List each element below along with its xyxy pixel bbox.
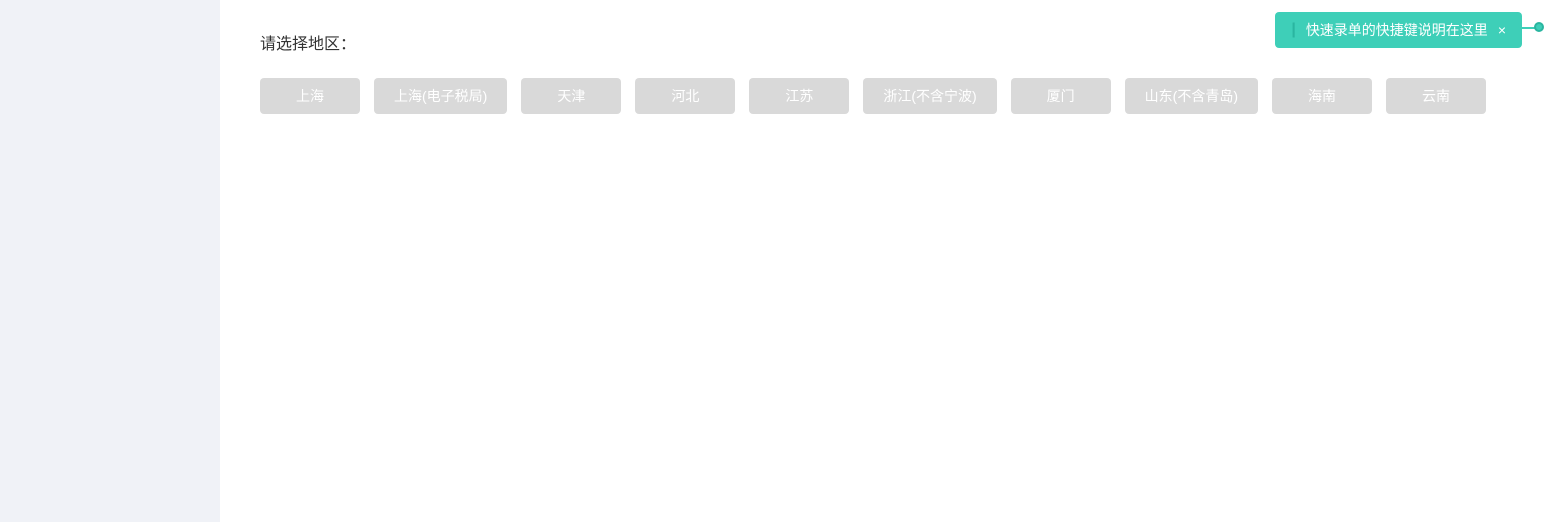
sidebar (0, 0, 220, 522)
region-button-xiamen[interactable]: 厦门 (1011, 78, 1111, 114)
region-button-shandong[interactable]: 山东(不含青岛) (1125, 78, 1258, 114)
region-button-tianjin[interactable]: 天津 (521, 78, 621, 114)
region-button-yunnan[interactable]: 云南 (1386, 78, 1486, 114)
tooltip-dot (1534, 22, 1544, 32)
region-buttons-container: 上海上海(电子税局) 天津河北江苏浙江(不含宁波) 厦门山东(不含青岛) 海南云南 (260, 78, 1522, 114)
region-button-jiangsu[interactable]: 江苏 (749, 78, 849, 114)
region-button-shanghai-etax[interactable]: 上海(电子税局) (374, 78, 507, 114)
tooltip-close-button[interactable]: × (1498, 22, 1506, 38)
region-button-hainan[interactable]: 海南 (1272, 78, 1372, 114)
tooltip-banner: 快速录单的快捷键说明在这里 × (1275, 12, 1522, 48)
main-content: 请选择地区： 上海上海(电子税局)天津河北江苏浙江(不含宁波)厦门山东(不含青岛… (220, 0, 1562, 522)
tooltip-text: 快速录单的快捷键说明在这里 (1306, 20, 1488, 40)
region-button-zhejiang[interactable]: 浙江(不含宁波) (863, 78, 996, 114)
region-button-shanghai[interactable]: 上海 (260, 78, 360, 114)
region-button-hebei[interactable]: 河北 (635, 78, 735, 114)
